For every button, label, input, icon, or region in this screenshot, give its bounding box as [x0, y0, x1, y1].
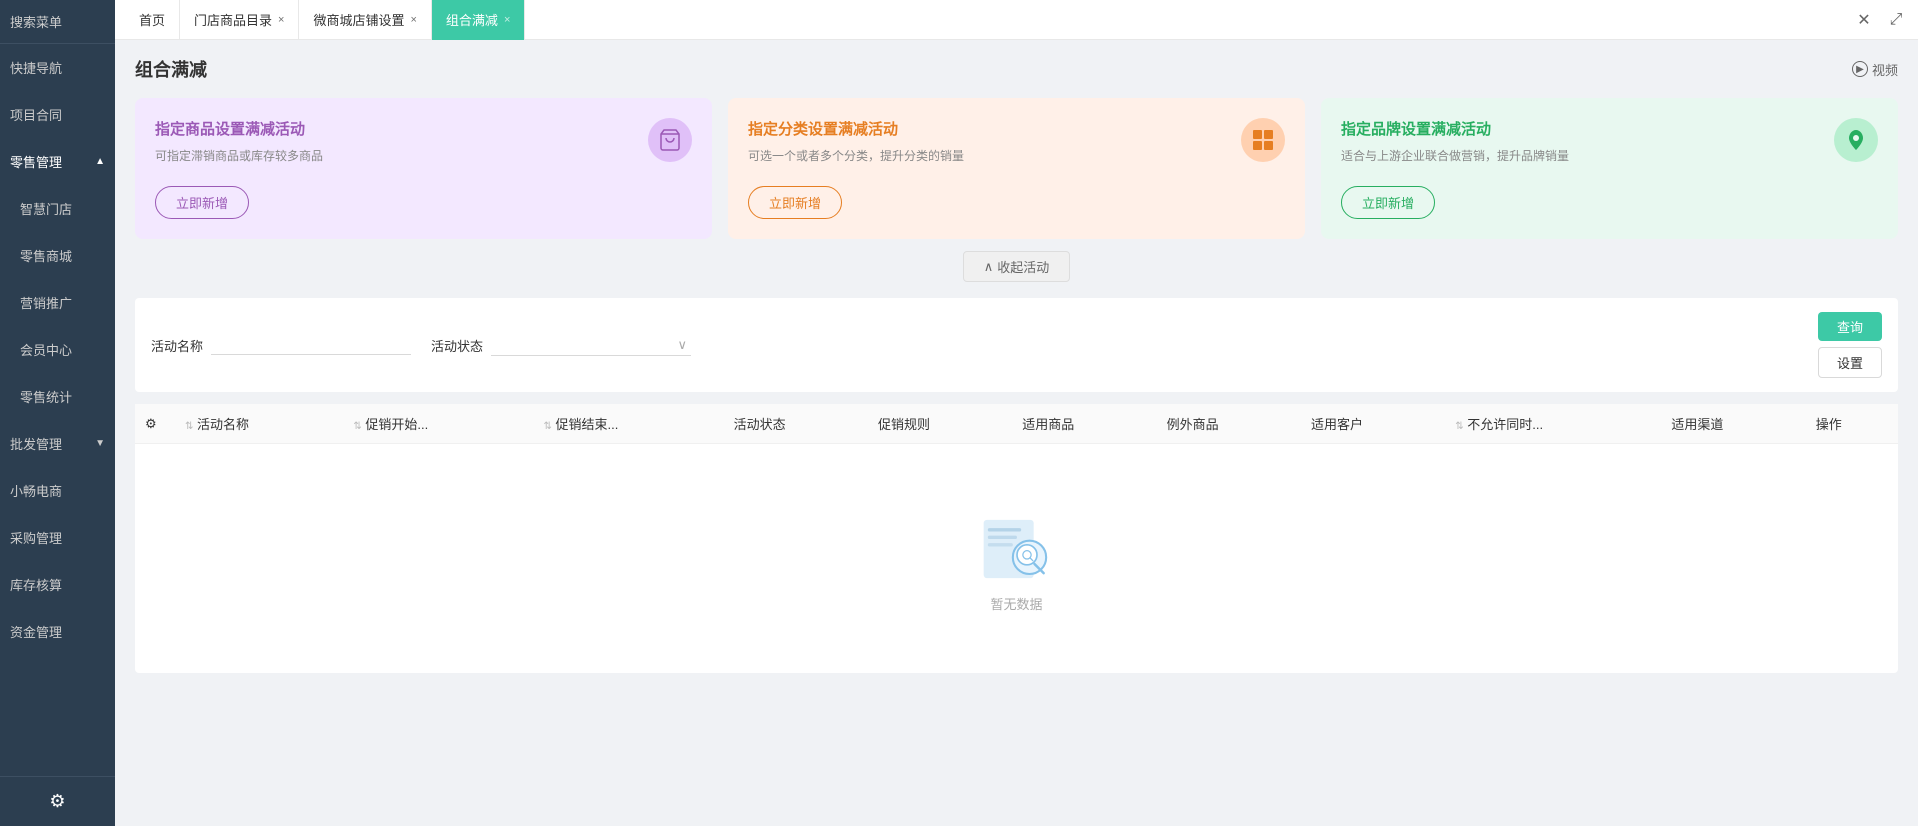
th-promo-rule: 促销规则: [868, 404, 1012, 444]
page-header: 组合满减 ▶ 视频: [135, 56, 1898, 82]
chevron-up-icon: ▲: [95, 156, 105, 167]
content-area: 组合满减 ▶ 视频 指定商品设置满减活动 可指定滞销商品或库存较多商品: [115, 40, 1918, 826]
gear-icon: ⚙: [49, 791, 65, 812]
th-activity-name[interactable]: ⇅ 活动名称: [175, 404, 343, 444]
settings-button[interactable]: 设置: [1818, 347, 1882, 378]
card-brand: 指定品牌设置满减活动 适合与上游企业联合做营销，提升品牌销量 立即新增: [1321, 98, 1898, 239]
sort-icon: ⇅: [353, 421, 361, 432]
th-no-concurrent[interactable]: ⇅ 不允许同时...: [1445, 404, 1661, 444]
sidebar: 搜索菜单 快捷导航 项目合同 零售管理 ▲ 智慧门店 零售商城 营销推广 会员中…: [0, 0, 115, 826]
tab-combo-discount[interactable]: 组合满减 ×: [432, 0, 525, 40]
data-table-wrap: ⚙ ⇅ 活动名称 ⇅ 促销开始... ⇅ 促销结束...: [135, 404, 1898, 673]
card-category-icon: [1241, 118, 1285, 162]
data-table: ⚙ ⇅ 活动名称 ⇅ 促销开始... ⇅ 促销结束...: [135, 404, 1898, 673]
collapse-bar: ∧ 收起活动: [135, 251, 1898, 282]
sidebar-item-inventory[interactable]: 库存核算: [0, 561, 115, 608]
sidebar-item-smart-store[interactable]: 智慧门店: [0, 185, 115, 232]
play-icon: ▶: [1852, 61, 1868, 77]
card-brand-add-btn[interactable]: 立即新增: [1341, 186, 1435, 219]
page-title: 组合满减: [135, 56, 207, 82]
chevron-down-icon: ▼: [95, 438, 105, 449]
card-category: 指定分类设置满减活动 可选一个或者多个分类，提升分类的销量 立即新增: [728, 98, 1305, 239]
sidebar-item-xiaochu-ecom[interactable]: 小畅电商: [0, 467, 115, 514]
sidebar-item-finance[interactable]: 资金管理: [0, 608, 115, 655]
filter-activity-name: 活动名称: [151, 335, 411, 355]
close-tab-wechat-store[interactable]: ×: [410, 14, 416, 26]
sidebar-item-retail-stats[interactable]: 零售统计: [0, 373, 115, 420]
tab-wechat-store[interactable]: 微商城店铺设置 ×: [299, 0, 431, 40]
th-gear[interactable]: ⚙: [135, 404, 175, 444]
empty-state: 暂无数据: [135, 444, 1898, 673]
th-applicable-channel: 适用渠道: [1661, 404, 1805, 444]
cards-row: 指定商品设置满减活动 可指定滞销商品或库存较多商品 立即新增 指定分类设置满减活…: [135, 98, 1898, 239]
main-area: 首页 门店商品目录 × 微商城店铺设置 × 组合满减 × ✕ ⤢ 组合满减 ▶ …: [115, 0, 1918, 826]
sidebar-item-member-center[interactable]: 会员中心: [0, 326, 115, 373]
th-promo-start[interactable]: ⇅ 促销开始...: [343, 404, 533, 444]
empty-illustration: [967, 504, 1067, 594]
card-product-icon: [648, 118, 692, 162]
tab-store-catalog[interactable]: 门店商品目录 ×: [180, 0, 299, 40]
card-product-desc: 可指定滞销商品或库存较多商品: [155, 147, 692, 166]
th-activity-status: 活动状态: [724, 404, 868, 444]
maximize-icon[interactable]: ⤢: [1884, 8, 1908, 32]
th-applicable-customer: 适用客户: [1301, 404, 1445, 444]
sidebar-item-purchase-mgmt[interactable]: 采购管理: [0, 514, 115, 561]
close-window-icon[interactable]: ✕: [1852, 8, 1876, 32]
th-applicable-goods: 适用商品: [1012, 404, 1156, 444]
sort-icon: ⇅: [185, 421, 193, 432]
card-product-add-btn[interactable]: 立即新增: [155, 186, 249, 219]
table-body: 暂无数据: [135, 444, 1898, 674]
sidebar-item-wholesale-mgmt[interactable]: 批发管理 ▼: [0, 420, 115, 467]
tabbar-right: ✕ ⤢: [1852, 8, 1908, 32]
card-category-add-btn[interactable]: 立即新增: [748, 186, 842, 219]
filter-actions: 查询 设置: [1818, 312, 1882, 378]
card-category-title: 指定分类设置满减活动: [748, 118, 1285, 139]
activity-status-label: 活动状态: [431, 336, 483, 355]
table-gear-icon: ⚙: [145, 416, 157, 431]
card-brand-icon: [1834, 118, 1878, 162]
sidebar-item-project-contract[interactable]: 项目合同: [0, 91, 115, 138]
empty-text: 暂无数据: [990, 594, 1042, 613]
video-link[interactable]: ▶ 视频: [1852, 60, 1898, 79]
tab-home[interactable]: 首页: [125, 0, 180, 40]
card-brand-desc: 适合与上游企业联合做营销，提升品牌销量: [1341, 147, 1878, 166]
th-operation: 操作: [1806, 404, 1898, 444]
sidebar-search[interactable]: 搜索菜单: [0, 0, 115, 44]
filter-activity-status: 活动状态 ∨: [431, 335, 691, 356]
card-brand-title: 指定品牌设置满减活动: [1341, 118, 1878, 139]
close-tab-combo-discount[interactable]: ×: [504, 14, 510, 26]
filter-row: 活动名称 活动状态 ∨ 查询 设置: [135, 298, 1898, 392]
query-button[interactable]: 查询: [1818, 312, 1882, 341]
sort-icon: ⇅: [1455, 421, 1463, 432]
sidebar-settings[interactable]: ⚙: [0, 776, 115, 826]
chevron-up-icon: ∧: [984, 259, 994, 275]
th-exception-goods: 例外商品: [1157, 404, 1301, 444]
activity-name-input[interactable]: [211, 335, 411, 355]
chevron-down-icon: ∨: [678, 337, 688, 353]
card-product: 指定商品设置满减活动 可指定滞销商品或库存较多商品 立即新增: [135, 98, 712, 239]
card-product-title: 指定商品设置满减活动: [155, 118, 692, 139]
sidebar-item-quick-nav[interactable]: 快捷导航: [0, 44, 115, 91]
sort-icon: ⇅: [544, 421, 552, 432]
sidebar-item-retail-mgmt[interactable]: 零售管理 ▲: [0, 138, 115, 185]
card-category-desc: 可选一个或者多个分类，提升分类的销量: [748, 147, 1285, 166]
collapse-activities-btn[interactable]: ∧ 收起活动: [963, 251, 1071, 282]
tabbar: 首页 门店商品目录 × 微商城店铺设置 × 组合满减 × ✕ ⤢: [115, 0, 1918, 40]
sidebar-item-marketing[interactable]: 营销推广: [0, 279, 115, 326]
close-tab-store-catalog[interactable]: ×: [278, 14, 284, 26]
activity-status-select[interactable]: ∨: [491, 335, 691, 356]
sidebar-item-retail-mall[interactable]: 零售商城: [0, 232, 115, 279]
empty-row: 暂无数据: [135, 444, 1898, 674]
activity-name-label: 活动名称: [151, 336, 203, 355]
table-header-row: ⚙ ⇅ 活动名称 ⇅ 促销开始... ⇅ 促销结束...: [135, 404, 1898, 444]
th-promo-end[interactable]: ⇅ 促销结束...: [534, 404, 724, 444]
